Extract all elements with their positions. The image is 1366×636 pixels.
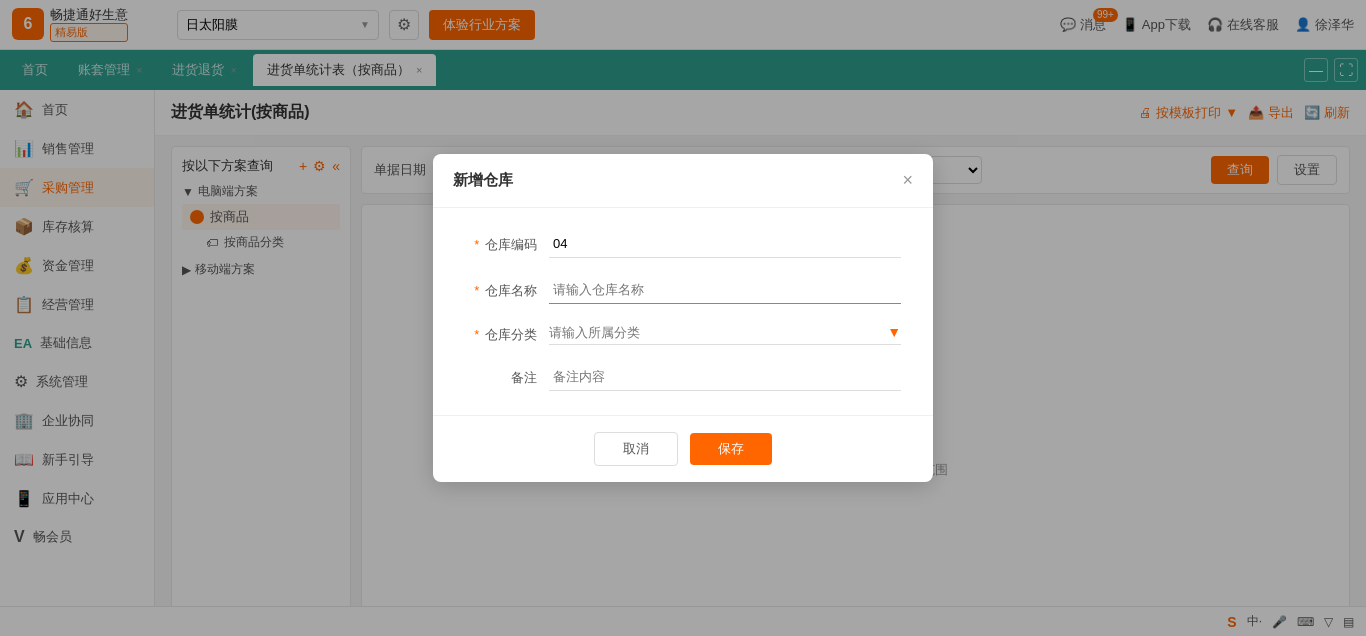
modal-title: 新增仓库 [453,171,513,190]
required-star: * [474,237,479,252]
form-row-code: * 仓库编码 [465,232,901,258]
add-warehouse-modal: 新增仓库 × * 仓库编码 * 仓库名称 [433,154,933,482]
modal-footer: 取消 保存 [433,415,933,482]
modal-overlay: 新增仓库 × * 仓库编码 * 仓库名称 [0,0,1366,636]
save-button[interactable]: 保存 [690,433,772,465]
warehouse-code-label: * 仓库编码 [465,236,537,254]
warehouse-category-label: * 仓库分类 [465,326,537,344]
remark-label: 备注 [465,369,537,387]
form-row-name: * 仓库名称 [465,278,901,304]
warehouse-name-input[interactable] [549,278,901,304]
warehouse-code-input[interactable] [549,232,901,258]
form-row-category: * 仓库分类 ▼ [465,324,901,345]
warehouse-category-select[interactable]: ▼ [549,324,901,345]
category-dropdown-icon: ▼ [887,324,901,340]
remark-input[interactable] [549,365,901,391]
warehouse-name-label: * 仓库名称 [465,282,537,300]
cancel-button[interactable]: 取消 [594,432,678,466]
modal-header: 新增仓库 × [433,154,933,208]
modal-close-button[interactable]: × [902,170,913,191]
warehouse-category-input[interactable] [549,325,887,340]
form-row-remark: 备注 [465,365,901,391]
modal-body: * 仓库编码 * 仓库名称 * 仓库分类 [433,208,933,415]
required-star-2: * [474,283,479,298]
required-star-3: * [474,327,479,342]
